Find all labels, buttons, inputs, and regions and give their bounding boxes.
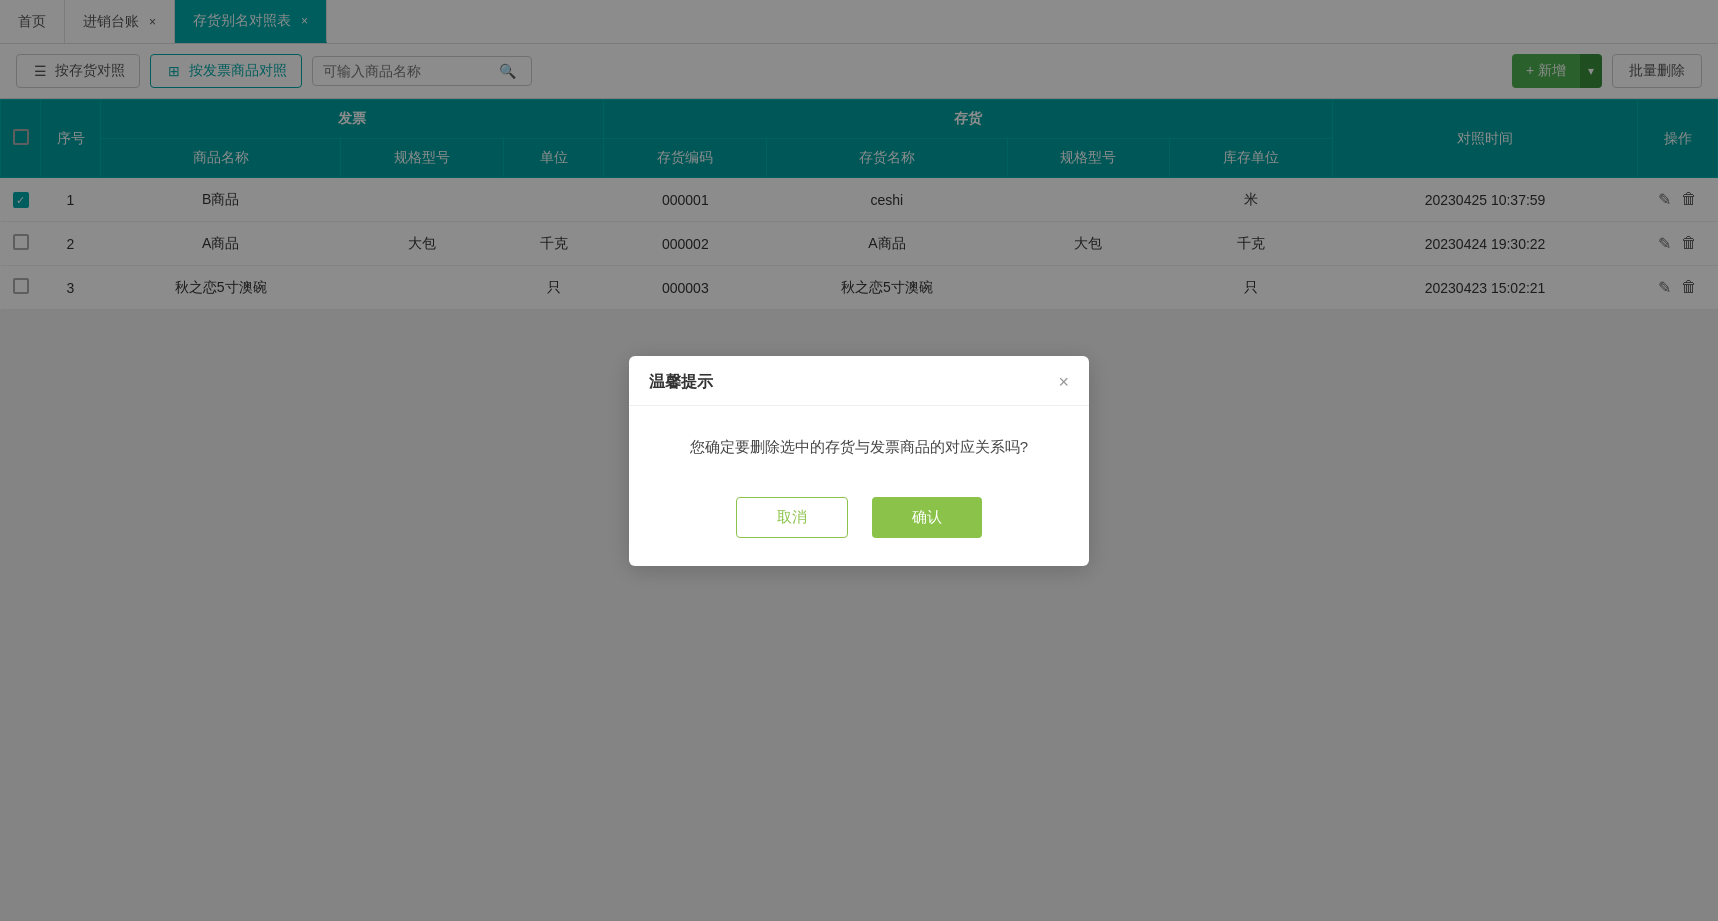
modal-overlay: 温馨提示 × 您确定要删除选中的存货与发票商品的对应关系吗? 取消 确认 [0,0,1718,310]
